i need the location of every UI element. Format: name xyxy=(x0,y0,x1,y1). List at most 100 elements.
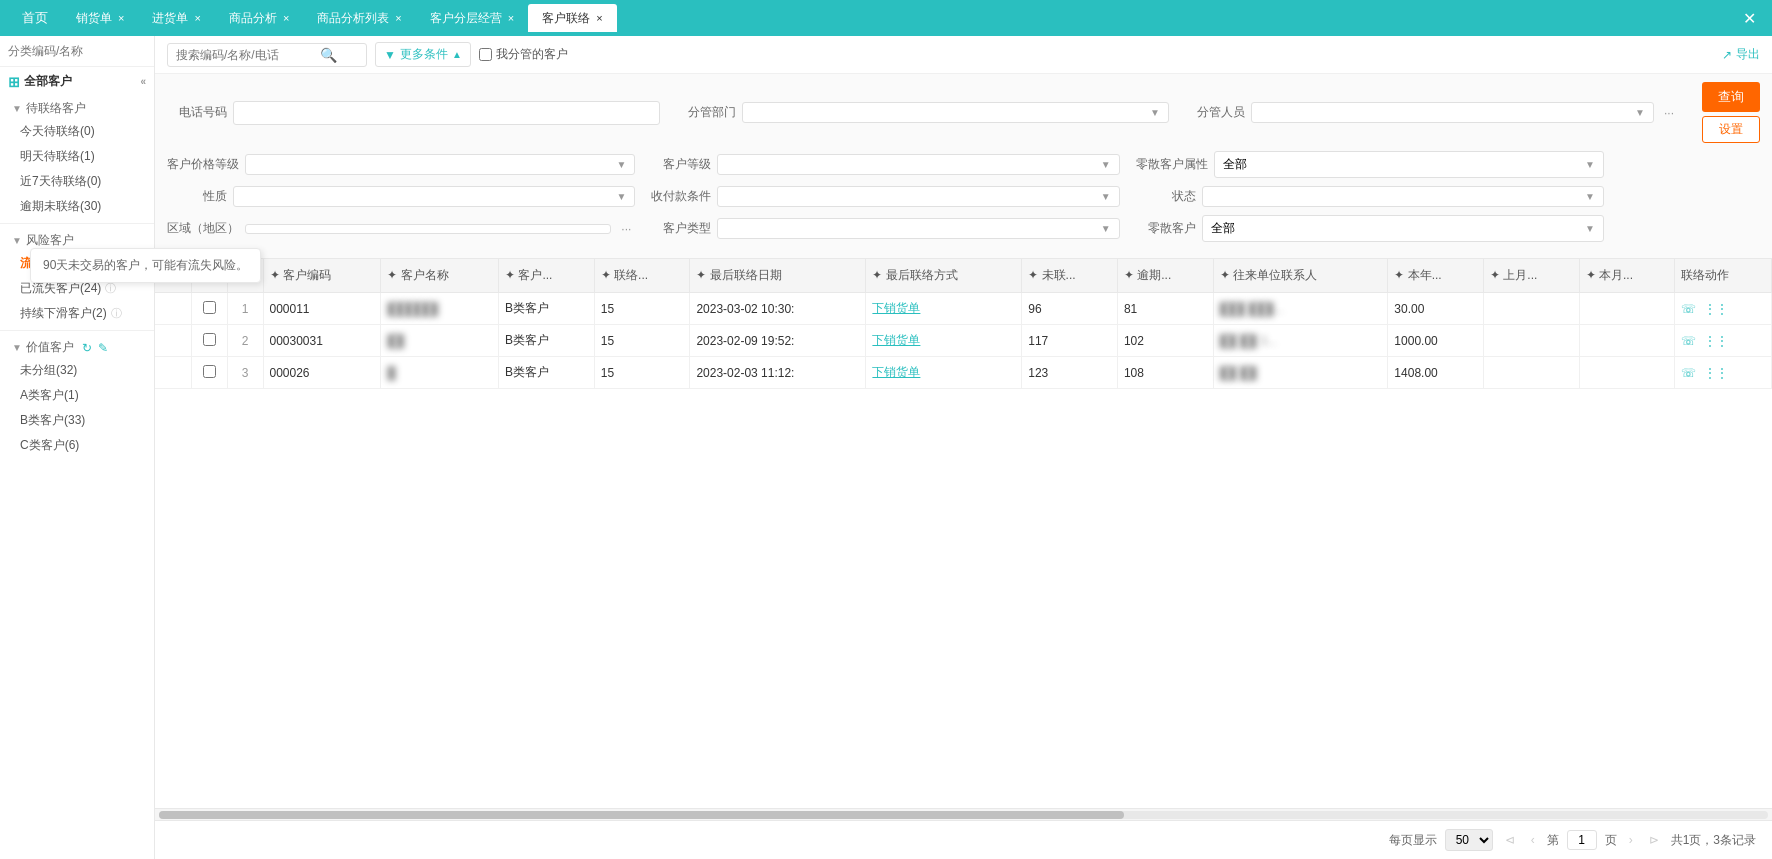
refresh-icon[interactable]: ↻ xyxy=(82,341,92,355)
last-page-button[interactable]: ⊳ xyxy=(1645,831,1663,849)
tab-customer-contact[interactable]: 客户联络 × xyxy=(528,4,616,32)
col-last-date[interactable]: ✦ 最后联络日期 xyxy=(690,259,866,293)
my-customers-checkbox[interactable] xyxy=(479,48,492,61)
cell-checkbox-1[interactable] xyxy=(191,325,227,357)
col-name[interactable]: ✦ 客户名称 xyxy=(381,259,499,293)
horizontal-scrollbar[interactable] xyxy=(155,808,1772,820)
table-body: 1 000011 ██████ B类客户 15 2023-03-02 10:30… xyxy=(155,293,1772,389)
cell-settings-2 xyxy=(155,357,191,389)
contact-icon-1[interactable]: ☏ xyxy=(1681,334,1696,348)
page-number-input[interactable] xyxy=(1567,830,1597,850)
filter-phone-input[interactable] xyxy=(233,101,660,125)
filter-customer-level-select[interactable]: ▼ xyxy=(717,154,1119,175)
export-button[interactable]: ↗ 导出 xyxy=(1722,46,1760,63)
col-this-month[interactable]: ✦ 本月... xyxy=(1579,259,1675,293)
tab-purchase-order[interactable]: 进货单 × xyxy=(138,4,214,32)
col-last-type[interactable]: ✦ 最后联络方式 xyxy=(866,259,1022,293)
col-unit-contact[interactable]: ✦ 往来单位联系人 xyxy=(1213,259,1388,293)
col-type[interactable]: ✦ 客户... xyxy=(499,259,595,293)
filter-nature-select[interactable]: ▼ xyxy=(233,186,635,207)
cell-checkbox-0[interactable] xyxy=(191,293,227,325)
table-row: 2 00030031 ██ B类客户 15 2023-02-09 19:52: … xyxy=(155,325,1772,357)
cell-last-type-2[interactable]: 下销货单 xyxy=(866,357,1022,389)
sidebar-collapse-icon[interactable]: « xyxy=(140,76,146,87)
tab-home[interactable]: 首页 xyxy=(8,9,62,27)
row-checkbox-1[interactable] xyxy=(203,333,216,346)
sidebar-item-overdue-contact[interactable]: 逾期未联络(30) xyxy=(0,194,154,219)
col-code[interactable]: ✦ 客户编码 xyxy=(263,259,381,293)
prev-page-button[interactable]: ‹ xyxy=(1527,831,1539,849)
filter-person-select[interactable]: ▼ xyxy=(1251,102,1654,123)
filter-dept-select[interactable]: ▼ xyxy=(742,102,1169,123)
col-this-year[interactable]: ✦ 本年... xyxy=(1388,259,1484,293)
tab-sales-order[interactable]: 销货单 × xyxy=(62,4,138,32)
settings-button[interactable]: 设置 xyxy=(1702,116,1760,143)
filter-region-dots[interactable]: ··· xyxy=(617,222,635,236)
filter-price-level-select[interactable]: ▼ xyxy=(245,154,635,175)
cell-action-0[interactable]: ☏ ⋮⋮ xyxy=(1675,293,1772,325)
filter-retail-customer-select[interactable]: 全部 ▼ xyxy=(1202,215,1604,242)
query-button[interactable]: 查询 xyxy=(1702,82,1760,112)
sidebar-item-ungrouped[interactable]: 未分组(32) xyxy=(0,358,154,383)
row-checkbox-0[interactable] xyxy=(203,301,216,314)
window-close-button[interactable]: ✕ xyxy=(1735,9,1764,28)
sidebar-search-input[interactable] xyxy=(8,44,155,58)
close-customer-contact[interactable]: × xyxy=(596,12,602,24)
filter-retail-attr-select[interactable]: 全部 ▼ xyxy=(1214,151,1604,178)
cell-action-1[interactable]: ☏ ⋮⋮ xyxy=(1675,325,1772,357)
edit-icon[interactable]: ✎ xyxy=(98,341,108,355)
cell-last-type-0[interactable]: 下销货单 xyxy=(866,293,1022,325)
sidebar-item-b-class[interactable]: B类客户(33) xyxy=(0,408,154,433)
scroll-thumb[interactable] xyxy=(159,811,1124,819)
per-page-select[interactable]: 50 xyxy=(1445,829,1493,851)
cell-seq-1: 2 xyxy=(227,325,263,357)
sidebar-item-tomorrow-contact[interactable]: 明天待联络(1) xyxy=(0,144,154,169)
more-icon-1[interactable]: ⋮⋮ xyxy=(1704,334,1728,348)
scroll-track[interactable] xyxy=(159,811,1768,819)
close-customer-tier[interactable]: × xyxy=(508,12,514,24)
search-input[interactable] xyxy=(176,48,316,62)
sidebar-item-7days-contact[interactable]: 近7天待联络(0) xyxy=(0,169,154,194)
tab-customer-tier[interactable]: 客户分层经营 × xyxy=(416,4,528,32)
first-page-button[interactable]: ⊲ xyxy=(1501,831,1519,849)
close-purchase-order[interactable]: × xyxy=(194,12,200,24)
cell-action-2[interactable]: ☏ ⋮⋮ xyxy=(1675,357,1772,389)
row-checkbox-2[interactable] xyxy=(203,365,216,378)
cell-last-type-1[interactable]: 下销货单 xyxy=(866,325,1022,357)
filter-region-select[interactable] xyxy=(245,224,611,234)
col-contact[interactable]: ✦ 联络... xyxy=(594,259,690,293)
more-icon-0[interactable]: ⋮⋮ xyxy=(1704,302,1728,316)
tab-product-analysis[interactable]: 商品分析 × xyxy=(215,4,303,32)
sidebar-item-today-contact[interactable]: 今天待联络(0) xyxy=(0,119,154,144)
close-sales-order[interactable]: × xyxy=(118,12,124,24)
col-overdue[interactable]: ✦ 逾期... xyxy=(1117,259,1213,293)
group-value-customers[interactable]: ▼ 价值客户 ↻ ✎ xyxy=(0,335,154,358)
cell-code-2: 000026 xyxy=(263,357,381,389)
col-not-contacted[interactable]: ✦ 未联... xyxy=(1022,259,1118,293)
more-icon-2[interactable]: ⋮⋮ xyxy=(1704,366,1728,380)
contact-icon-0[interactable]: ☏ xyxy=(1681,302,1696,316)
cell-checkbox-2[interactable] xyxy=(191,357,227,389)
col-last-month[interactable]: ✦ 上月... xyxy=(1484,259,1580,293)
close-product-analysis[interactable]: × xyxy=(283,12,289,24)
search-icon[interactable]: 🔍 xyxy=(320,47,337,63)
all-customers-header[interactable]: ⊞ 全部客户 « xyxy=(0,67,154,96)
filter-person-dots[interactable]: ··· xyxy=(1660,106,1678,120)
group-pending-contact[interactable]: ▼ 待联络客户 xyxy=(0,96,154,119)
sidebar-item-c-class[interactable]: C类客户(6) xyxy=(0,433,154,458)
filter-row-3: 性质 ▼ 收付款条件 ▼ 状态 xyxy=(167,186,1760,207)
tab-product-analysis-list[interactable]: 商品分析列表 × xyxy=(303,4,415,32)
filter-payment-select[interactable]: ▼ xyxy=(717,186,1119,207)
sidebar-item-declining[interactable]: 持续下滑客户(2) ⓘ xyxy=(0,301,154,326)
cell-last-date-0: 2023-03-02 10:30: xyxy=(690,293,866,325)
filter-row-2: 客户价格等级 ▼ 客户等级 ▼ 零散客户属性 全部 xyxy=(167,151,1760,178)
my-customers-checkbox-label[interactable]: 我分管的客户 xyxy=(479,46,568,63)
sidebar-item-a-class[interactable]: A类客户(1) xyxy=(0,383,154,408)
contact-icon-2[interactable]: ☏ xyxy=(1681,366,1696,380)
close-product-analysis-list[interactable]: × xyxy=(395,12,401,24)
next-page-button[interactable]: › xyxy=(1625,831,1637,849)
filter-status-select[interactable]: ▼ xyxy=(1202,186,1604,207)
cell-unit-contact-1: ██ ██ 3... xyxy=(1213,325,1388,357)
filter-customer-type-select[interactable]: ▼ xyxy=(717,218,1119,239)
more-filters-button[interactable]: ▼ 更多条件 ▲ xyxy=(375,42,471,67)
